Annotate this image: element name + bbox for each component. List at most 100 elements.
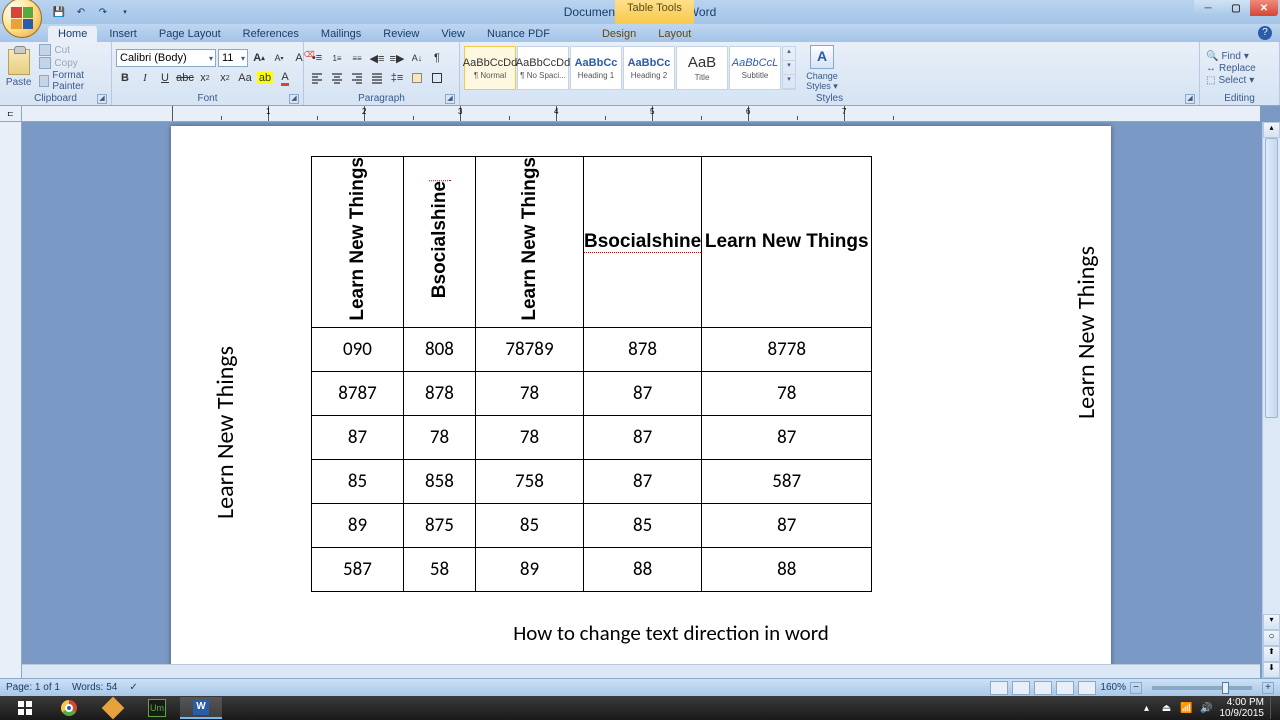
browse-object-button[interactable]: ○ <box>1263 630 1280 646</box>
table-row[interactable]: 090808787898788778 <box>312 327 872 371</box>
ruler-corner[interactable]: ⊏ <box>0 106 22 122</box>
table-cell[interactable]: 87 <box>584 371 702 415</box>
shading-button[interactable] <box>408 69 426 87</box>
zoom-level[interactable]: 160% <box>1100 682 1126 693</box>
tab-references[interactable]: References <box>233 26 309 42</box>
table-header[interactable]: Learn New Things <box>312 157 404 328</box>
table-row[interactable]: 8585875887587 <box>312 459 872 503</box>
page[interactable]: Learn New Things Learn New Things Learn … <box>171 126 1111 664</box>
style-subtitle[interactable]: AaBbCcLSubtitle <box>729 46 781 90</box>
prev-page-button[interactable]: ⬆ <box>1263 646 1280 662</box>
zoom-slider-thumb[interactable] <box>1222 682 1229 694</box>
zoom-slider[interactable] <box>1152 686 1252 690</box>
save-icon[interactable]: 💾 <box>50 3 68 21</box>
table-cell[interactable]: 587 <box>312 547 404 591</box>
copy-button[interactable]: Copy <box>37 57 107 69</box>
document-table[interactable]: Learn New ThingsBsocialshineLearn New Th… <box>311 156 872 592</box>
table-header[interactable]: Bsocialshine <box>404 157 476 328</box>
shrink-font-button[interactable]: A▾ <box>270 49 288 67</box>
outline-view-button[interactable] <box>1056 681 1074 695</box>
style-title[interactable]: AaBTitle <box>676 46 728 90</box>
tab-table-design[interactable]: Design <box>592 26 646 42</box>
side-text-right[interactable]: Learn New Things <box>1072 246 1101 419</box>
align-center-button[interactable] <box>328 69 346 87</box>
table-cell[interactable]: 875 <box>404 503 476 547</box>
table-cell[interactable]: 87 <box>312 415 404 459</box>
font-size-combo[interactable]: 11 <box>218 49 248 67</box>
change-case-button[interactable]: Aa <box>236 69 254 87</box>
next-page-button[interactable]: ⬇ <box>1263 662 1280 678</box>
undo-icon[interactable]: ↶ <box>72 3 90 21</box>
show-marks-button[interactable]: ¶ <box>428 49 446 67</box>
styles-gallery-more[interactable]: ▴▾▾ <box>782 46 796 90</box>
table-cell[interactable]: 858 <box>404 459 476 503</box>
minimize-button[interactable]: ─ <box>1194 0 1222 16</box>
multilevel-list-button[interactable]: ≡≡ <box>348 49 366 67</box>
table-cell[interactable]: 58 <box>404 547 476 591</box>
tab-review[interactable]: Review <box>373 26 429 42</box>
styles-dialog-launcher[interactable]: ◢ <box>1185 94 1195 104</box>
table-cell[interactable]: 87 <box>702 415 872 459</box>
increase-indent-button[interactable]: ≡▶ <box>388 49 406 67</box>
scroll-up-button[interactable]: ▴ <box>1263 122 1280 138</box>
paragraph-dialog-launcher[interactable]: ◢ <box>445 94 455 104</box>
table-cell[interactable]: 87 <box>702 503 872 547</box>
table-header[interactable]: Learn New Things <box>702 157 872 328</box>
zoom-out-button[interactable]: − <box>1130 682 1142 694</box>
style-heading-2[interactable]: AaBbCcHeading 2 <box>623 46 675 90</box>
borders-button[interactable] <box>428 69 446 87</box>
taskbar-app-1[interactable] <box>92 697 134 719</box>
line-spacing-button[interactable]: ‡≡ <box>388 69 406 87</box>
status-proofing-icon[interactable]: ✓ <box>129 682 137 693</box>
taskbar-app-2[interactable]: Um <box>136 697 178 719</box>
font-color-button[interactable]: A <box>276 69 294 87</box>
redo-icon[interactable]: ↷ <box>94 3 112 21</box>
vertical-ruler[interactable] <box>0 122 22 678</box>
table-cell[interactable]: 758 <box>476 459 584 503</box>
tab-page-layout[interactable]: Page Layout <box>149 26 231 42</box>
table-row[interactable]: 8787878788778 <box>312 371 872 415</box>
qat-customize-icon[interactable]: ▾ <box>116 3 134 21</box>
help-icon[interactable]: ? <box>1258 26 1272 40</box>
scroll-down-button[interactable]: ▾ <box>1263 614 1280 630</box>
tray-safe-remove-icon[interactable]: ⏏ <box>1160 701 1174 715</box>
table-cell[interactable]: 85 <box>476 503 584 547</box>
table-cell[interactable]: 78 <box>702 371 872 415</box>
style-no-spacing[interactable]: AaBbCcDd¶ No Spaci... <box>517 46 569 90</box>
tab-mailings[interactable]: Mailings <box>311 26 371 42</box>
table-cell[interactable]: 587 <box>702 459 872 503</box>
table-cell[interactable]: 8778 <box>702 327 872 371</box>
find-button[interactable]: 🔍Find ▾ <box>1204 51 1258 62</box>
highlight-button[interactable]: ab <box>256 69 274 87</box>
table-cell[interactable]: 8787 <box>312 371 404 415</box>
table-cell[interactable]: 85 <box>312 459 404 503</box>
grow-font-button[interactable]: A▴ <box>250 49 268 67</box>
table-cell[interactable]: 78 <box>476 415 584 459</box>
table-cell[interactable]: 89 <box>312 503 404 547</box>
font-name-combo[interactable]: Calibri (Body) <box>116 49 216 67</box>
strikethrough-button[interactable]: abc <box>176 69 194 87</box>
print-layout-view-button[interactable] <box>990 681 1008 695</box>
italic-button[interactable]: I <box>136 69 154 87</box>
draft-view-button[interactable] <box>1078 681 1096 695</box>
zoom-in-button[interactable]: + <box>1262 682 1274 694</box>
table-cell[interactable]: 878 <box>584 327 702 371</box>
paste-button[interactable]: Paste <box>4 45 33 91</box>
tab-home[interactable]: Home <box>48 26 97 42</box>
tab-view[interactable]: View <box>431 26 475 42</box>
align-right-button[interactable] <box>348 69 366 87</box>
tray-network-icon[interactable]: 📶 <box>1180 701 1194 715</box>
status-words[interactable]: Words: 54 <box>72 682 117 693</box>
taskbar-chrome[interactable] <box>48 697 90 719</box>
tray-expand-icon[interactable]: ▴ <box>1140 701 1154 715</box>
start-button[interactable] <box>4 697 46 719</box>
superscript-button[interactable]: x2 <box>216 69 234 87</box>
select-button[interactable]: ⬚Select ▾ <box>1204 75 1258 86</box>
document-caption[interactable]: How to change text direction in word <box>261 620 1081 646</box>
page-canvas[interactable]: Learn New Things Learn New Things Learn … <box>22 122 1260 664</box>
table-cell[interactable]: 808 <box>404 327 476 371</box>
table-row[interactable]: 8778788787 <box>312 415 872 459</box>
decrease-indent-button[interactable]: ◀≡ <box>368 49 386 67</box>
format-painter-button[interactable]: Format Painter <box>37 70 107 92</box>
status-page[interactable]: Page: 1 of 1 <box>6 682 60 693</box>
